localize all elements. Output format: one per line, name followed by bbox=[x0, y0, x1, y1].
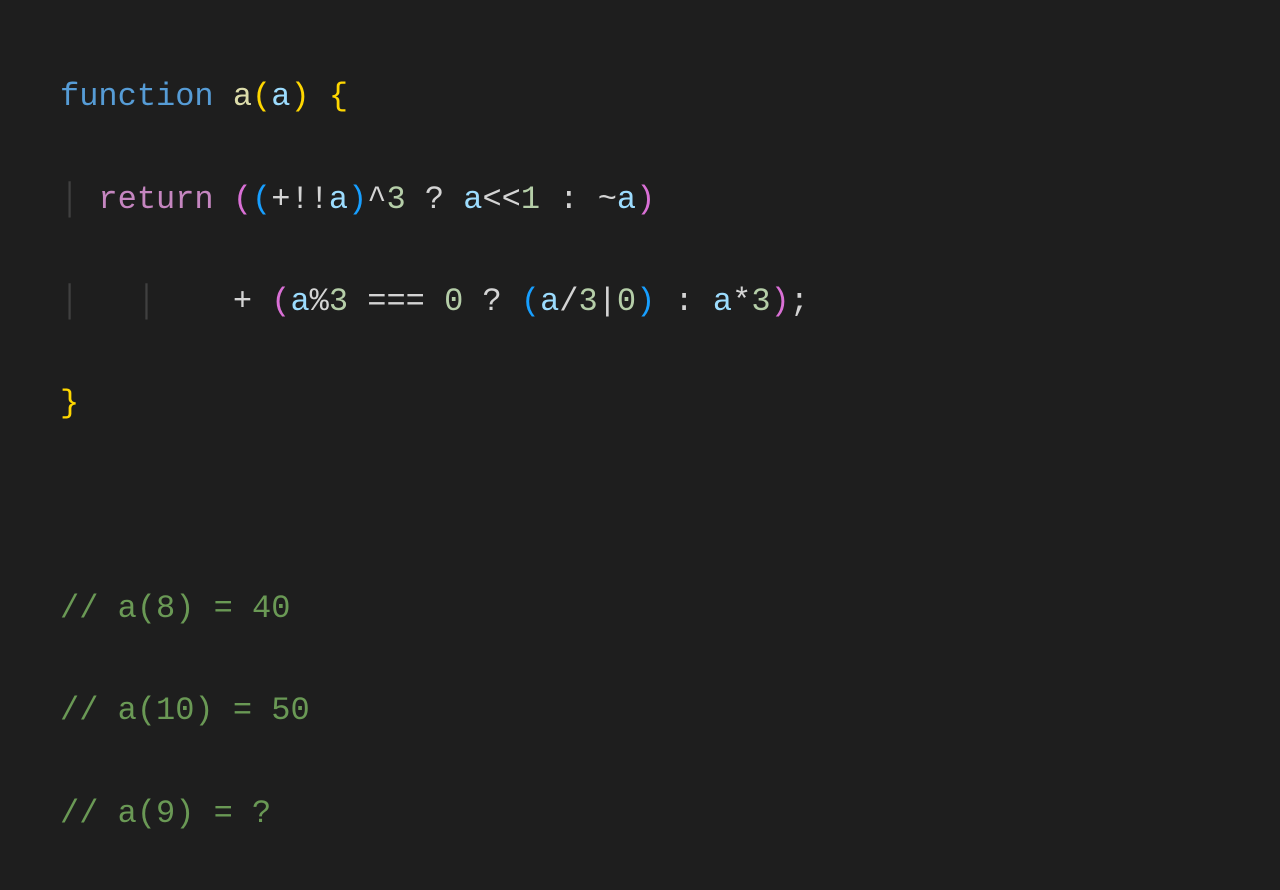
paren-open: ( bbox=[252, 78, 271, 115]
space bbox=[310, 78, 329, 115]
ternary-question: ? bbox=[463, 283, 521, 320]
operator: << bbox=[482, 181, 520, 218]
number-literal: 3 bbox=[329, 283, 348, 320]
comment-line: // a(10) = 50 bbox=[60, 685, 1280, 736]
variable: a bbox=[463, 181, 482, 218]
code-line-3: │ │ + (a%3 === 0 ? (a/3|0) : a*3); bbox=[60, 276, 1280, 327]
code-editor-content: function a(a) { │ return ((+!!a)^3 ? a<<… bbox=[60, 20, 1280, 890]
function-identifier: a bbox=[233, 78, 252, 115]
keyword-return: return bbox=[98, 181, 213, 218]
number-literal: 3 bbox=[578, 283, 597, 320]
number-literal: 3 bbox=[386, 181, 405, 218]
number-literal: 0 bbox=[617, 283, 636, 320]
ternary-question: ? bbox=[406, 181, 464, 218]
paren-open: ( bbox=[521, 283, 540, 320]
paren-close: ) bbox=[771, 283, 790, 320]
indent-guide: │ │ bbox=[60, 283, 214, 320]
ternary-colon: : bbox=[540, 181, 598, 218]
paren-open: ( bbox=[271, 283, 290, 320]
comment-line: // a(9) = ? bbox=[60, 788, 1280, 839]
operator: % bbox=[310, 283, 329, 320]
space bbox=[214, 78, 233, 115]
comment-line: // a(8) = 40 bbox=[60, 583, 1280, 634]
paren-close: ) bbox=[290, 78, 309, 115]
paren-open: ( bbox=[233, 181, 252, 218]
operator: +!! bbox=[271, 181, 329, 218]
indent-guide: │ bbox=[60, 181, 98, 218]
variable: a bbox=[617, 181, 636, 218]
operator: === bbox=[348, 283, 444, 320]
ternary-colon: : bbox=[655, 283, 713, 320]
code-line-4: } bbox=[60, 378, 1280, 429]
space bbox=[214, 181, 233, 218]
variable: a bbox=[540, 283, 559, 320]
brace-open: { bbox=[329, 78, 348, 115]
operator: / bbox=[559, 283, 578, 320]
paren-close: ) bbox=[636, 181, 655, 218]
semicolon: ; bbox=[790, 283, 809, 320]
operator: * bbox=[732, 283, 751, 320]
code-line-1: function a(a) { bbox=[60, 71, 1280, 122]
variable: a bbox=[713, 283, 732, 320]
keyword-function: function bbox=[60, 78, 214, 115]
operator: + bbox=[214, 283, 272, 320]
operator: ^ bbox=[367, 181, 386, 218]
operator: ~ bbox=[598, 181, 617, 218]
blank-line bbox=[60, 481, 1280, 532]
brace-close: } bbox=[60, 385, 79, 422]
number-literal: 0 bbox=[444, 283, 463, 320]
paren-open: ( bbox=[252, 181, 271, 218]
paren-close: ) bbox=[348, 181, 367, 218]
variable: a bbox=[290, 283, 309, 320]
operator: | bbox=[598, 283, 617, 320]
paren-close: ) bbox=[636, 283, 655, 320]
code-line-2: │ return ((+!!a)^3 ? a<<1 : ~a) bbox=[60, 174, 1280, 225]
parameter: a bbox=[271, 78, 290, 115]
number-literal: 1 bbox=[521, 181, 540, 218]
variable: a bbox=[329, 181, 348, 218]
number-literal: 3 bbox=[751, 283, 770, 320]
